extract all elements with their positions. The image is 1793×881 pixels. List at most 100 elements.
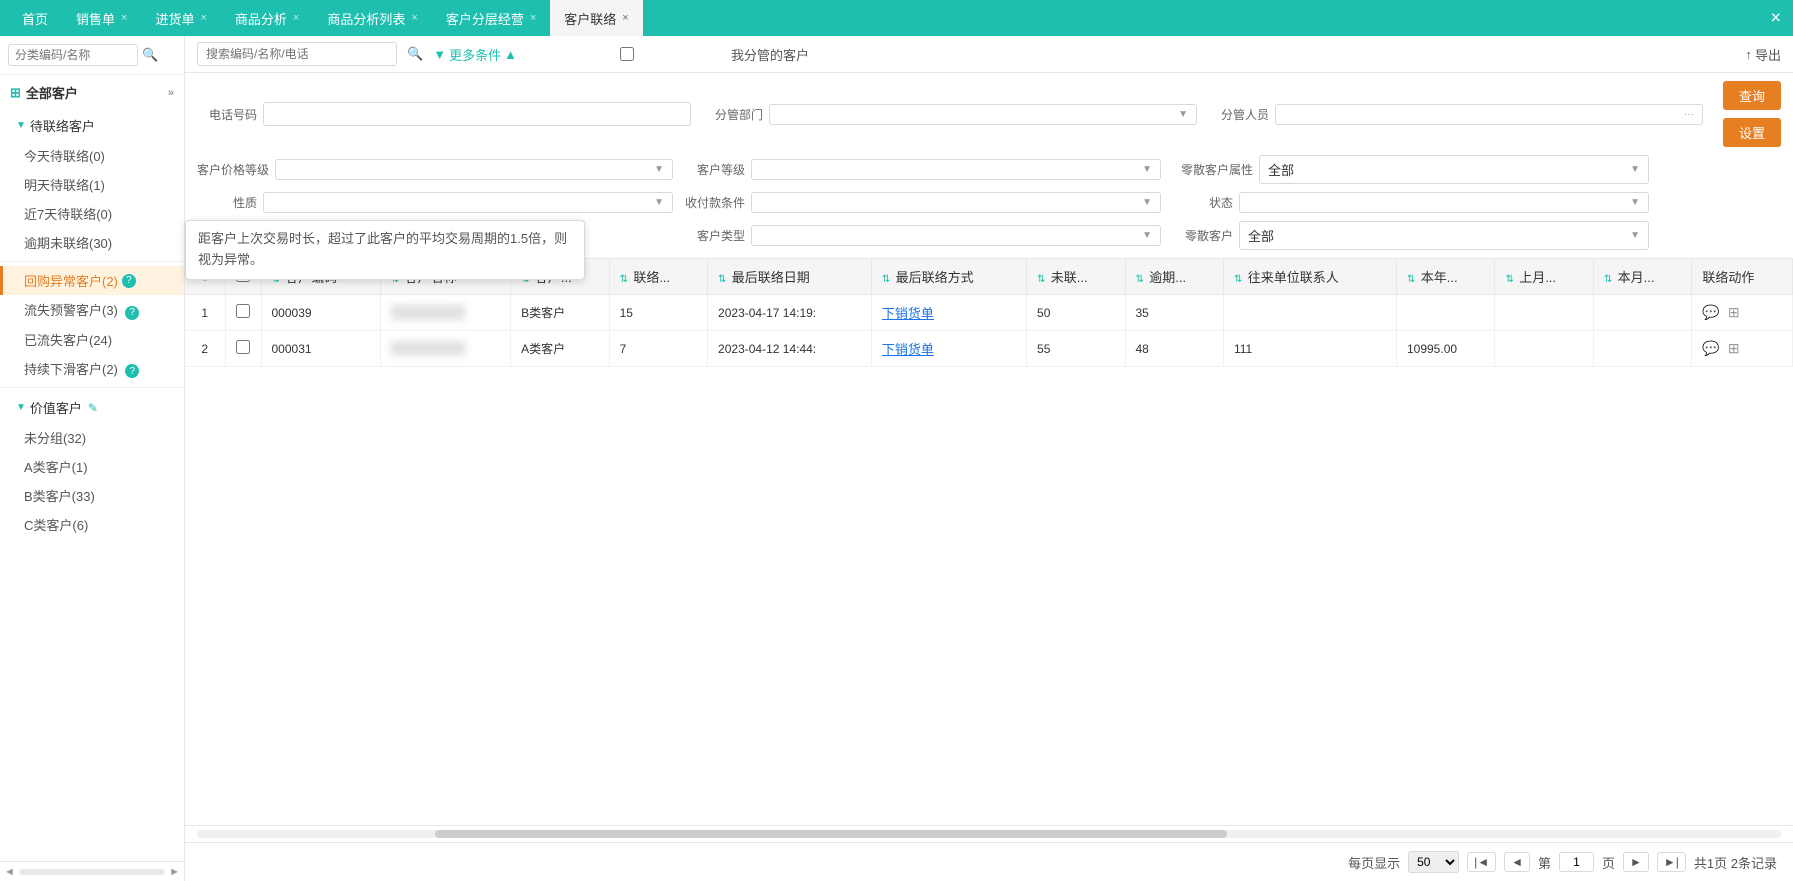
nav-home[interactable]: 首页 (8, 0, 62, 36)
prev-page-button[interactable]: ◄ (1504, 852, 1530, 872)
manager-select[interactable]: ··· (1275, 104, 1703, 125)
row-this-month-1 (1593, 295, 1691, 331)
sidebar-item-declining[interactable]: 持续下滑客户(2) ? (0, 354, 184, 384)
nav-product-analysis-list[interactable]: 商品分析列表 × (313, 0, 431, 36)
info-icon-2: ? (125, 306, 139, 320)
sidebar-pending-contact[interactable]: ▼ 待联络客户 (0, 110, 184, 141)
chat-icon-2[interactable]: 💬 (1702, 340, 1719, 357)
close-customer-contact[interactable]: × (622, 12, 628, 24)
close-product-analysis[interactable]: × (293, 12, 299, 24)
customer-level-select[interactable]: ▼ (751, 159, 1161, 180)
sidebar-all-customers[interactable]: ⊞ 全部客户 » (0, 75, 184, 110)
nav-purchase-order[interactable]: 进货单 × (141, 0, 220, 36)
nav-product-analysis[interactable]: 商品分析 × (221, 0, 313, 36)
chevron-up-icon: ▲ (504, 47, 517, 62)
arrow-down-icon: ▼ (16, 120, 26, 131)
customer-type-field: 客户类型 ▼ (685, 225, 1161, 246)
row-overdue-1: 35 (1125, 295, 1223, 331)
close-sales-order[interactable]: × (121, 12, 127, 24)
th-not-contacted: ⇅ 未联... (1027, 259, 1125, 295)
sort-icon-9: ⇅ (1234, 274, 1242, 285)
edit-icon[interactable]: ✎ (88, 401, 98, 415)
sidebar-item-b-class[interactable]: B类客户(33) (0, 481, 184, 510)
export-button[interactable]: ↑ 导出 (1745, 45, 1781, 64)
last-method-link-2[interactable]: 下销货单 (882, 342, 934, 357)
customer-type-select[interactable]: ▼ (751, 225, 1161, 246)
per-page-select[interactable]: 20 50 100 (1408, 851, 1459, 873)
sidebar-search-input[interactable] (8, 44, 138, 66)
chevron-down-icon-9: ▼ (1142, 230, 1152, 241)
main-layout: 🔍 ⊞ 全部客户 » ▼ 待联络客户 今天待联络(0) 明天待联络(1) 近7天… (0, 36, 1793, 881)
sidebar-value-customers[interactable]: ▼ 价值客户 ✎ (0, 392, 184, 423)
nav-sales-order[interactable]: 销售单 × (62, 0, 141, 36)
sidebar-bottom: ◄ ► (0, 861, 184, 881)
status-field: 状态 ▼ (1173, 192, 1649, 213)
phone-input[interactable] (263, 102, 691, 126)
my-customers-checkbox[interactable] (527, 47, 727, 61)
first-page-button[interactable]: |◄ (1467, 852, 1496, 872)
sidebar-item-overdue[interactable]: 逾期未联络(30) (0, 228, 184, 257)
row-this-year-2: 10995.00 (1396, 331, 1494, 367)
close-window-icon[interactable]: × (1770, 8, 1781, 29)
sidebar-item-abnormal-repurchase[interactable]: 回购异常客户(2) ? (0, 266, 184, 295)
th-last-month: ⇅ 上月... (1495, 259, 1593, 295)
sort-icon-10: ⇅ (1407, 274, 1415, 285)
manager-label: 分管人员 (1209, 106, 1269, 123)
sort-icon-4: ⇅ (620, 274, 628, 285)
content-area: 🔍 ▼ 更多条件 ▲ 我分管的客户 ↑ 导出 电话号码 (185, 36, 1793, 881)
filter-row-1: 电话号码 分管部门 ▼ 分管人员 ··· 查询 设置 (197, 81, 1781, 147)
dept-select[interactable]: ▼ (769, 104, 1197, 125)
more-conditions-button[interactable]: ▼ 更多条件 ▲ (433, 45, 517, 64)
grid-action-icon-1[interactable]: ⊞ (1728, 304, 1740, 321)
sidebar-item-ungrouped[interactable]: 未分组(32) (0, 423, 184, 452)
gender-select[interactable]: ▼ (263, 192, 673, 213)
search-input[interactable] (197, 42, 397, 66)
close-customer-segment[interactable]: × (530, 12, 536, 24)
th-this-month: ⇅ 本月... (1593, 259, 1691, 295)
gender-field: 性质 ▼ (197, 192, 673, 213)
query-button[interactable]: 查询 (1723, 81, 1781, 110)
horizontal-scrollbar[interactable] (185, 825, 1793, 842)
row-1-checkbox[interactable] (236, 304, 250, 318)
chat-icon-1[interactable]: 💬 (1702, 304, 1719, 321)
price-level-select[interactable]: ▼ (275, 159, 673, 180)
retail-attr-select[interactable]: 全部 ▼ (1259, 155, 1649, 184)
sidebar-item-tomorrow[interactable]: 明天待联络(1) (0, 170, 184, 199)
close-purchase-order[interactable]: × (200, 12, 206, 24)
payment-field: 收付款条件 ▼ (685, 192, 1161, 213)
nav-customer-segment[interactable]: 客户分层经营 × (432, 0, 550, 36)
top-navigation: 首页 销售单 × 进货单 × 商品分析 × 商品分析列表 × 客户分层经营 × … (0, 0, 1793, 36)
sort-icon-6: ⇅ (882, 274, 890, 285)
pagination-bar: 每页显示 20 50 100 |◄ ◄ 第 页 ► ►| 共1页 2条记录 (185, 842, 1793, 881)
sidebar-item-c-class[interactable]: C类客户(6) (0, 510, 184, 539)
data-table-container: ⚙ ⇅ 客户编码 ⇅ 客户名称 (185, 259, 1793, 825)
row-code-2: 000031 (261, 331, 380, 367)
payment-select[interactable]: ▼ (751, 192, 1161, 213)
status-label: 状态 (1173, 194, 1233, 211)
sidebar-item-lost-pre[interactable]: 流失预警客户(3) ? (0, 295, 184, 325)
sidebar-item-today[interactable]: 今天待联络(0) (0, 141, 184, 170)
retail-customer-select[interactable]: 全部 ▼ (1239, 221, 1649, 250)
row-2-checkbox[interactable] (236, 340, 250, 354)
sidebar-item-a-class[interactable]: A类客户(1) (0, 452, 184, 481)
settings-button[interactable]: 设置 (1723, 118, 1781, 147)
row-num-2: 2 (185, 331, 225, 367)
manager-field: 分管人员 ··· (1209, 104, 1703, 125)
th-last-contact-method: ⇅ 最后联络方式 (871, 259, 1026, 295)
page-input[interactable] (1559, 852, 1594, 872)
th-last-contact-date: ⇅ 最后联络日期 (708, 259, 872, 295)
last-page-button[interactable]: ►| (1657, 852, 1686, 872)
th-action: 联络动作 (1692, 259, 1793, 295)
nav-customer-contact[interactable]: 客户联络 × (550, 0, 642, 36)
my-customers-checkbox-label[interactable]: 我分管的客户 (527, 45, 809, 64)
sidebar-item-lost[interactable]: 已流失客户(24) (0, 325, 184, 354)
next-page-button[interactable]: ► (1623, 852, 1649, 872)
sidebar-item-7days[interactable]: 近7天待联络(0) (0, 199, 184, 228)
table-row: 1 000039 ████████ B类客户 15 2023-04-17 14:… (185, 295, 1793, 331)
status-select[interactable]: ▼ (1239, 192, 1649, 213)
close-product-analysis-list[interactable]: × (411, 12, 417, 24)
sidebar-search-button[interactable]: 🔍 (142, 47, 158, 63)
grid-action-icon-2[interactable]: ⊞ (1728, 340, 1740, 357)
chevron-down-icon-3: ▼ (654, 164, 664, 175)
last-method-link-1[interactable]: 下销货单 (882, 306, 934, 321)
